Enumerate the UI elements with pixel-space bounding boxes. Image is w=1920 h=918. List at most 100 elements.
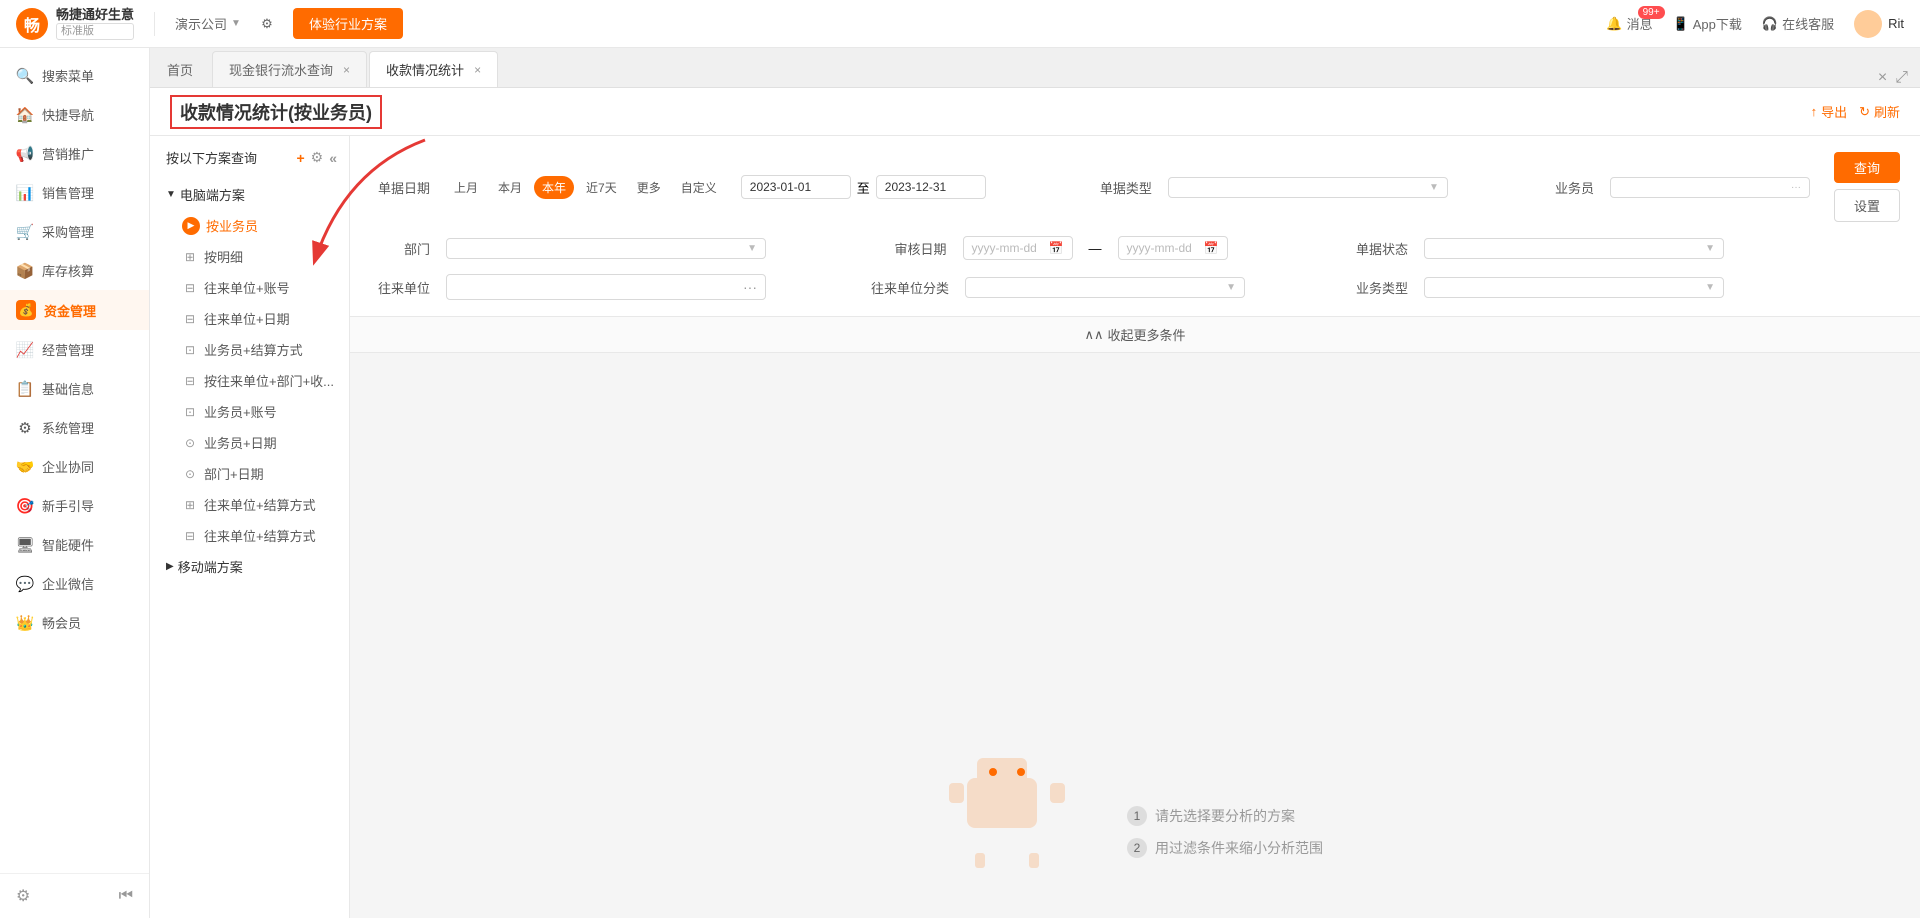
sidebar-item-search[interactable]: 🔍 搜索菜单	[0, 56, 149, 95]
sidebar-item-wechat[interactable]: 💬 企业微信	[0, 564, 149, 603]
company-selector[interactable]: 演示公司 ▼	[175, 14, 241, 33]
sidebar-item-guide[interactable]: 🎯 新手引导	[0, 486, 149, 525]
sales-icon: 📊	[16, 184, 34, 202]
sidebar-item-marketing[interactable]: 📢 营销推广	[0, 134, 149, 173]
sidebar-item-nav[interactable]: 🏠 快捷导航	[0, 95, 149, 134]
trial-button[interactable]: 体验行业方案	[293, 8, 403, 39]
settings-gear-icon[interactable]: ⚙	[16, 886, 30, 906]
mobile-group-header[interactable]: ▶ 移动端方案	[150, 551, 349, 582]
sidebar-label-hardware: 智能硬件	[42, 535, 94, 554]
scheme-item-partner-date[interactable]: ⊟ 往来单位+日期	[150, 303, 349, 334]
scheme-settings-button[interactable]: ⚙	[311, 149, 324, 166]
sidebar-bottom: ⚙ ⏮	[0, 873, 149, 918]
review-date-from[interactable]: yyyy-mm-dd 📅	[963, 236, 1073, 260]
sidebar-item-system[interactable]: ⚙ 系统管理	[0, 408, 149, 447]
step-2-text: 用过滤条件来缩小分析范围	[1155, 838, 1323, 858]
collapse-sidebar-icon[interactable]: ⏮	[119, 887, 133, 905]
sidebar-item-collab[interactable]: 🤝 企业协同	[0, 447, 149, 486]
sidebar-item-purchase[interactable]: 🛒 采购管理	[0, 212, 149, 251]
app-download-link[interactable]: 📱 App下载	[1673, 14, 1742, 33]
user-name: Rit	[1888, 16, 1904, 31]
sidebar-item-inventory[interactable]: 📦 库存核算	[0, 251, 149, 290]
query-button[interactable]: 查询	[1834, 152, 1900, 183]
guide-icon: 🎯	[16, 497, 34, 515]
scheme-item-partner-account[interactable]: ⊟ 往来单位+账号	[150, 272, 349, 303]
date-input-group: 2023-01-01 至 2023-12-31	[741, 175, 986, 199]
scheme-panel-header: 按以下方案查询 + ⚙ «	[150, 136, 349, 175]
scheme-item-partner-settle2[interactable]: ⊟ 往来单位+结算方式	[150, 520, 349, 551]
shortcut-this-year[interactable]: 本年	[534, 176, 574, 199]
tab-home[interactable]: 首页	[150, 51, 210, 87]
voucher-type-select[interactable]: ▼	[1168, 177, 1448, 198]
review-date-label: 审核日期	[877, 239, 947, 258]
add-scheme-button[interactable]: +	[296, 150, 304, 166]
tab-close-all-icon[interactable]: ×	[1878, 69, 1887, 87]
scheme-tree: ▼ 电脑端方案 ▶ 按业务员 ⊞ 按明细 ⊟	[150, 175, 349, 918]
collapse-row[interactable]: ∧∧ 收起更多条件	[350, 317, 1920, 353]
tab-bank-close[interactable]: ×	[343, 63, 350, 77]
voucher-status-select[interactable]: ▼	[1424, 238, 1724, 259]
scheme-item-salesman-date[interactable]: ⊙ 业务员+日期	[150, 427, 349, 458]
gear-button[interactable]: ⚙	[253, 10, 281, 38]
partner-label: 往来单位	[370, 278, 430, 297]
tab-receipt[interactable]: 收款情况统计 ×	[369, 51, 498, 87]
sidebar-label-nav: 快捷导航	[42, 105, 94, 124]
scheme-panel-actions: + ⚙ «	[296, 149, 337, 166]
refresh-button[interactable]: ↻ 刷新	[1859, 102, 1900, 121]
sidebar-item-operations[interactable]: 📈 经营管理	[0, 330, 149, 369]
sidebar-item-sales[interactable]: 📊 销售管理	[0, 173, 149, 212]
export-button[interactable]: ↑ 导出	[1811, 102, 1848, 121]
online-service-link[interactable]: 🎧 在线客服	[1762, 14, 1834, 33]
page-actions: ↑ 导出 ↻ 刷新	[1811, 102, 1900, 121]
scheme-collapse-button[interactable]: «	[329, 150, 337, 166]
scheme-item-salesman[interactable]: ▶ 按业务员	[150, 210, 349, 241]
scheme-item-partner-settle1[interactable]: ⊞ 往来单位+结算方式	[150, 489, 349, 520]
scheme-item-label-dept-date: 部门+日期	[204, 464, 264, 483]
date-to-input[interactable]: 2023-12-31	[876, 175, 986, 199]
user-avatar[interactable]: Rit	[1854, 10, 1904, 38]
sidebar-item-hardware[interactable]: 🖥 智能硬件	[0, 525, 149, 564]
scheme-item-dept-date[interactable]: ⊙ 部门+日期	[150, 458, 349, 489]
salesman-select[interactable]: ···	[1610, 177, 1810, 198]
notification-area[interactable]: 🔔 消息 99+	[1606, 14, 1652, 33]
purchase-icon: 🛒	[16, 223, 34, 241]
scheme-item-partner-dept[interactable]: ⊟ 按往来单位+部门+收...	[150, 365, 349, 396]
sidebar-item-basic[interactable]: 📋 基础信息	[0, 369, 149, 408]
shortcut-this-month[interactable]: 本月	[490, 176, 530, 199]
filter-area: 单据日期 上月 本月 本年 近7天 更多 自定义 2023-01-01	[350, 136, 1920, 918]
biz-type-select[interactable]: ▼	[1424, 277, 1724, 298]
desktop-scheme-group: ▼ 电脑端方案 ▶ 按业务员 ⊞ 按明细 ⊟	[150, 179, 349, 551]
review-date-to[interactable]: yyyy-mm-dd 📅	[1118, 236, 1228, 260]
partner-dept-icon: ⊟	[182, 373, 198, 389]
partner-select[interactable]: ···	[446, 274, 766, 300]
tab-expand-icon[interactable]: ⤢	[1895, 69, 1908, 87]
dept-select[interactable]: ▼	[446, 238, 766, 259]
search-icon: 🔍	[16, 67, 34, 85]
shortcut-7days[interactable]: 近7天	[578, 176, 625, 199]
scheme-item-salesman-settle[interactable]: ⊡ 业务员+结算方式	[150, 334, 349, 365]
shortcut-last-month[interactable]: 上月	[446, 176, 486, 199]
sidebar-item-finance[interactable]: 💰 资金管理	[0, 290, 149, 330]
desktop-group-header[interactable]: ▼ 电脑端方案	[150, 179, 349, 210]
main-layout: 🔍 搜索菜单 🏠 快捷导航 📢 营销推广 📊 销售管理 🛒 采购管理 📦	[0, 48, 1920, 918]
sidebar-label-sales: 销售管理	[42, 183, 94, 202]
tab-bank[interactable]: 现金银行流水查询 ×	[212, 51, 367, 87]
scheme-item-detail[interactable]: ⊞ 按明细	[150, 241, 349, 272]
mobile-group-label: 移动端方案	[178, 557, 243, 576]
voucher-status-label: 单据状态	[1338, 239, 1408, 258]
partner-category-select[interactable]: ▼	[965, 277, 1245, 298]
partner-account-icon: ⊟	[182, 280, 198, 296]
scheme-item-salesman-account[interactable]: ⊡ 业务员+账号	[150, 396, 349, 427]
partner-more-btn[interactable]: ···	[743, 279, 757, 295]
active-scheme-icon: ▶	[182, 217, 200, 235]
marketing-icon: 📢	[16, 145, 34, 163]
sidebar-item-member[interactable]: 👑 畅会员	[0, 603, 149, 642]
tab-receipt-label: 收款情况统计	[386, 60, 464, 79]
scheme-item-label-salesman: 按业务员	[206, 216, 258, 235]
shortcut-custom[interactable]: 自定义	[673, 176, 725, 199]
shortcut-more[interactable]: 更多	[629, 176, 669, 199]
scheme-item-label-salesman-date: 业务员+日期	[204, 433, 277, 452]
settings-button[interactable]: 设置	[1834, 189, 1900, 222]
date-from-input[interactable]: 2023-01-01	[741, 175, 851, 199]
tab-receipt-close[interactable]: ×	[474, 63, 481, 77]
